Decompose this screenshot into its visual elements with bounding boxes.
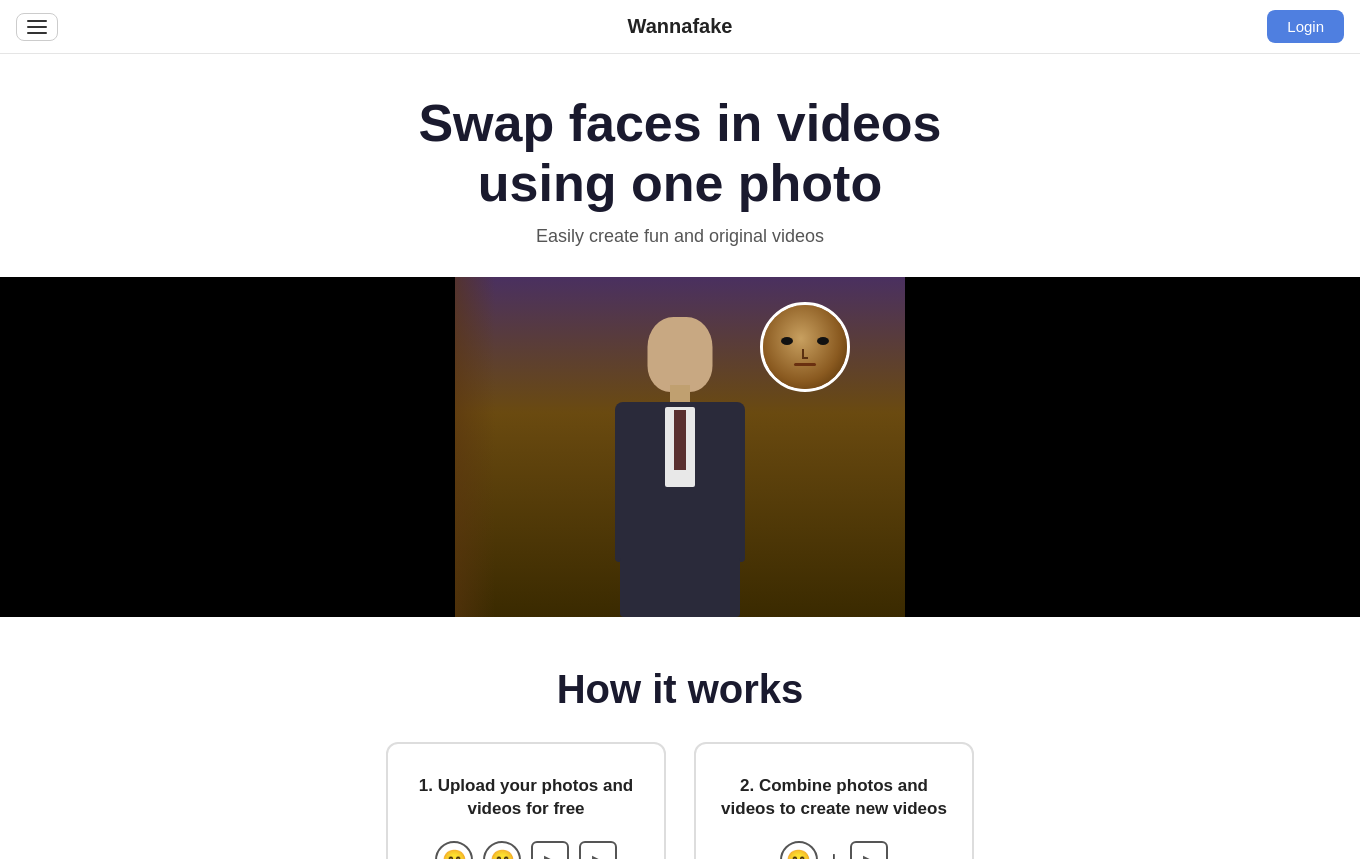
tie xyxy=(674,410,686,470)
site-header: Wannafake Login xyxy=(0,0,1360,54)
legs xyxy=(620,557,740,617)
hamburger-line xyxy=(27,32,47,34)
smiley-icon-1: 😊 xyxy=(435,841,473,859)
face-swap-overlay xyxy=(760,302,850,392)
hamburger-line xyxy=(27,20,47,22)
card-combine: 2. Combine photos and videos to create n… xyxy=(694,742,974,859)
suit xyxy=(615,402,745,562)
video-icon-1: ▶ xyxy=(531,841,569,859)
hero-section: Swap faces in videos using one photo Eas… xyxy=(0,54,1360,277)
video-frame xyxy=(455,277,905,617)
combine-row-1: 😊 + ▶ xyxy=(716,841,952,859)
plus-icon-1: + xyxy=(828,847,841,859)
how-section: How it works 1. Upload your photos and v… xyxy=(0,617,1360,859)
hero-subheadline: Easily create fun and original videos xyxy=(20,226,1340,247)
card-upload: 1. Upload your photos and videos for fre… xyxy=(386,742,666,859)
video-section xyxy=(0,277,1360,617)
headline-line1: Swap faces in videos xyxy=(418,94,941,152)
curtain-left xyxy=(455,277,495,617)
card-upload-title: 1. Upload your photos and videos for fre… xyxy=(408,774,644,822)
card-combine-title: 2. Combine photos and videos to create n… xyxy=(716,774,952,822)
login-button[interactable]: Login xyxy=(1267,10,1344,43)
smiley-icon-2: 😄 xyxy=(483,841,521,859)
video-icon-2: ▶ xyxy=(579,841,617,859)
how-title: How it works xyxy=(20,667,1340,712)
head xyxy=(648,317,713,392)
hero-headline: Swap faces in videos using one photo xyxy=(20,94,1340,214)
cards-row: 1. Upload your photos and videos for fre… xyxy=(20,742,1340,859)
site-title: Wannafake xyxy=(628,15,733,38)
card-combine-rows: 😊 + ▶ 😄 + ▶ xyxy=(716,841,952,859)
headline-line2: using one photo xyxy=(478,154,882,212)
smiley-combine-1: 😊 xyxy=(780,841,818,859)
menu-button[interactable] xyxy=(16,13,58,41)
video-combine-1: ▶ xyxy=(850,841,888,859)
card-upload-icons: 😊 😄 ▶ ▶ xyxy=(408,841,644,859)
swap-face xyxy=(763,305,847,389)
hamburger-line xyxy=(27,26,47,28)
person-silhouette xyxy=(570,307,790,617)
